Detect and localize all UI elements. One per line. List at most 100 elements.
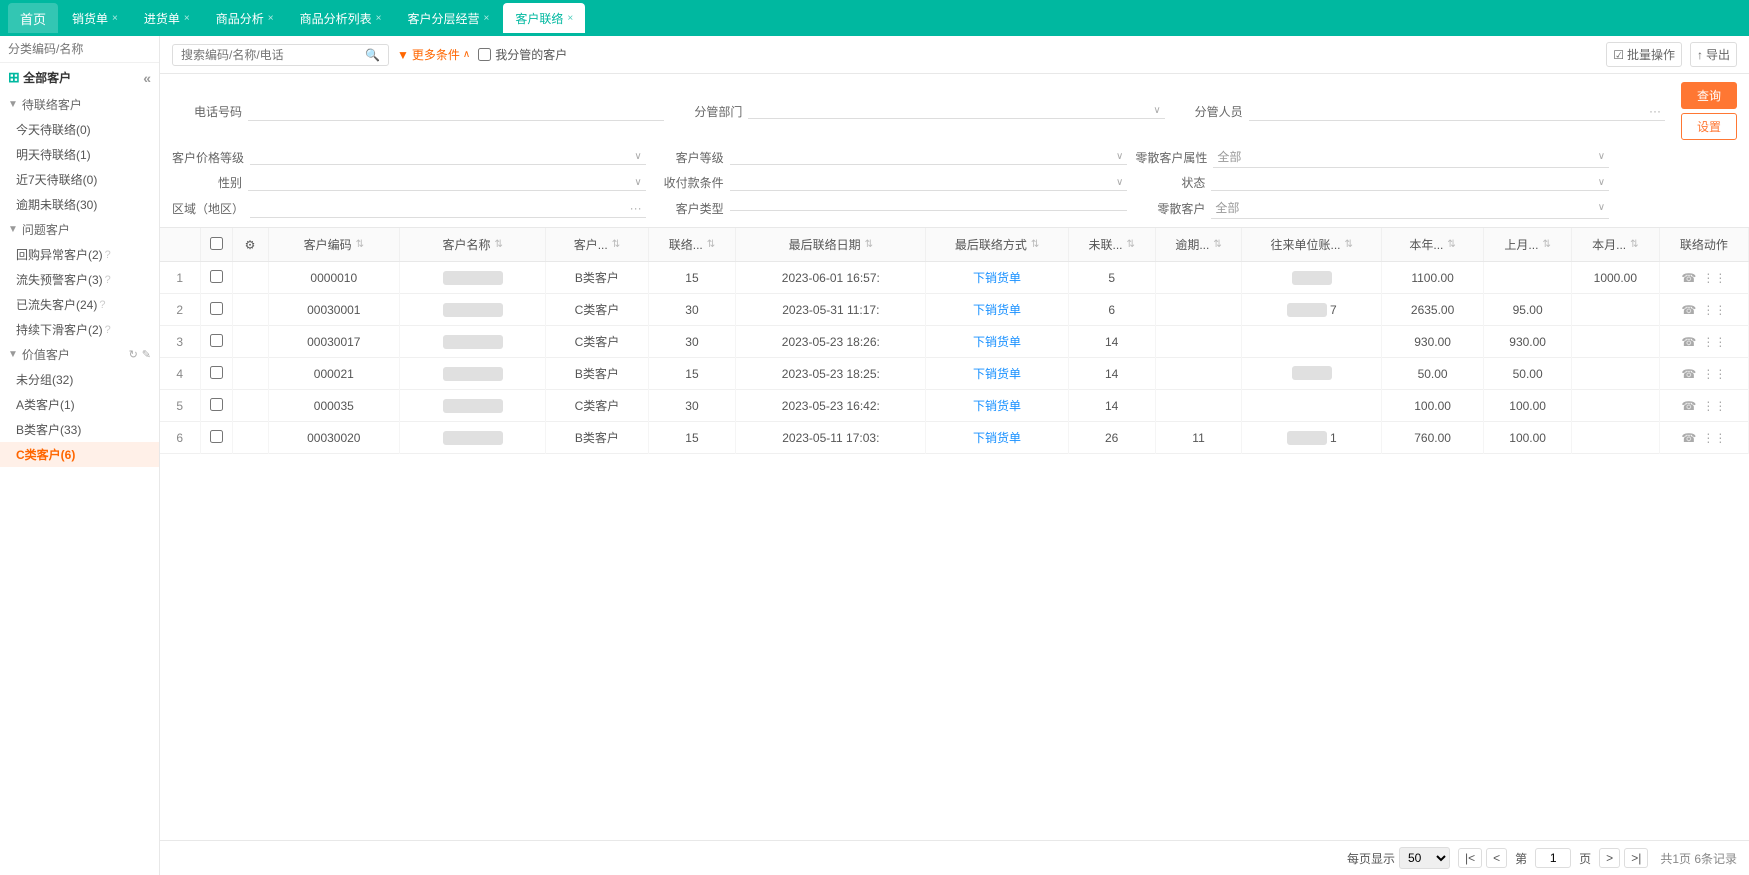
lastway-link[interactable]: 下销货单 xyxy=(973,271,1021,285)
row-checkbox[interactable] xyxy=(210,270,223,283)
close-icon[interactable]: × xyxy=(567,13,573,24)
row-checkbox[interactable] xyxy=(210,302,223,315)
phone-action-icon[interactable]: ☎ xyxy=(1681,303,1696,317)
first-page-btn[interactable]: |< xyxy=(1458,848,1482,868)
more-action-icon[interactable]: ⋮⋮ xyxy=(1702,303,1726,317)
page-input[interactable] xyxy=(1535,848,1571,868)
phone-action-icon[interactable]: ☎ xyxy=(1681,431,1696,445)
export-btn[interactable]: ↑ 导出 xyxy=(1690,42,1737,67)
lastway-link[interactable]: 下销货单 xyxy=(973,399,1021,413)
row-checkbox[interactable] xyxy=(210,430,223,443)
retail-select[interactable]: 全部 ∨ xyxy=(1211,197,1609,219)
more-icon[interactable]: ··· xyxy=(630,201,642,215)
sidebar-item-tomorrow[interactable]: 明天待联络(1) xyxy=(0,142,159,167)
all-customers-header[interactable]: ⊞ 全部客户 « xyxy=(0,63,159,92)
th-lastway[interactable]: 最后联络方式⇅ xyxy=(926,228,1068,262)
nav-tab-analysis[interactable]: 商品分析 × xyxy=(204,3,286,33)
close-icon[interactable]: × xyxy=(483,13,489,24)
batch-operation-btn[interactable]: ☑ 批量操作 xyxy=(1606,42,1682,67)
sidebar-item-class-a[interactable]: A类客户(1) xyxy=(0,392,159,417)
phone-action-icon[interactable]: ☎ xyxy=(1681,399,1696,413)
more-action-icon[interactable]: ⋮⋮ xyxy=(1702,367,1726,381)
sidebar-group-pending[interactable]: ▼ 待联络客户 xyxy=(0,92,159,117)
th-thisyear[interactable]: 本年...⇅ xyxy=(1381,228,1483,262)
phone-input[interactable] xyxy=(248,102,664,121)
refresh-icon[interactable]: ↻ xyxy=(129,348,138,361)
close-icon[interactable]: × xyxy=(268,13,274,24)
nav-tab-purchase[interactable]: 进货单 × xyxy=(132,3,202,33)
retail-attr-select[interactable]: 全部 ∨ xyxy=(1213,146,1609,168)
sidebar-group-problem[interactable]: ▼ 问题客户 xyxy=(0,217,159,242)
sidebar-item-today[interactable]: 今天待联络(0) xyxy=(0,117,159,142)
page-size-select[interactable]: 50 100 200 xyxy=(1399,847,1450,869)
nav-tab-analysis-list[interactable]: 商品分析列表 × xyxy=(288,3,394,33)
gender-select[interactable]: ∨ xyxy=(248,175,646,191)
th-thismonth[interactable]: 本月...⇅ xyxy=(1571,228,1659,262)
query-button[interactable]: 查询 xyxy=(1681,82,1737,109)
th-code[interactable]: 客户编码⇅ xyxy=(268,228,400,262)
th-history[interactable]: 往来单位账...⇅ xyxy=(1242,228,1381,262)
row-checkbox[interactable] xyxy=(210,366,223,379)
lastway-link[interactable]: 下销货单 xyxy=(973,367,1021,381)
status-select[interactable]: ∨ xyxy=(1211,175,1609,191)
phone-action-icon[interactable]: ☎ xyxy=(1681,367,1696,381)
edit-icon[interactable]: ✎ xyxy=(142,348,151,361)
close-icon[interactable]: × xyxy=(184,13,190,24)
more-action-icon[interactable]: ⋮⋮ xyxy=(1702,431,1726,445)
sidebar-item-churned[interactable]: 已流失客户(24) ? xyxy=(0,292,159,317)
th-unlinkdays[interactable]: 未联...⇅ xyxy=(1068,228,1155,262)
sidebar-item-class-b[interactable]: B类客户(33) xyxy=(0,417,159,442)
search-submit-icon[interactable]: 🔍 xyxy=(365,48,380,62)
th-contact[interactable]: 联络...⇅ xyxy=(648,228,736,262)
page-navigation: |< < 第 页 > >| 共1页 6条记录 xyxy=(1458,848,1737,868)
more-icon[interactable]: ··· xyxy=(1649,104,1661,118)
nav-tab-customer-tier[interactable]: 客户分层经营 × xyxy=(395,3,501,33)
dept-select[interactable]: ∨ xyxy=(748,103,1164,119)
my-customers-checkbox-label[interactable]: 我分管的客户 xyxy=(478,46,567,63)
customer-value-select[interactable]: ∨ xyxy=(250,149,646,165)
filter-row-4: 区域（地区） ··· 客户类型 零散客户 全部 ∨ xyxy=(172,197,1737,219)
nav-tab-sales[interactable]: 销货单 × xyxy=(60,3,130,33)
lastway-link[interactable]: 下销货单 xyxy=(973,431,1021,445)
th-name[interactable]: 客户名称⇅ xyxy=(400,228,546,262)
lastway-link[interactable]: 下销货单 xyxy=(973,303,1021,317)
th-settings[interactable]: ⚙ xyxy=(232,228,268,262)
nav-home[interactable]: 首页 xyxy=(8,3,58,33)
search-input[interactable] xyxy=(181,48,361,62)
row-checkbox[interactable] xyxy=(210,334,223,347)
sidebar-group-value[interactable]: ▼ 价值客户 ↻ ✎ xyxy=(0,342,159,367)
close-icon[interactable]: × xyxy=(112,13,118,24)
collapse-icon[interactable]: « xyxy=(143,70,151,86)
th-lastdate[interactable]: 最后联络日期⇅ xyxy=(736,228,926,262)
sidebar-item-repurchase-abnormal[interactable]: 回购异常客户(2) ? xyxy=(0,242,159,267)
my-customers-checkbox[interactable] xyxy=(478,48,491,61)
sidebar-item-class-c[interactable]: C类客户(6) xyxy=(0,442,159,467)
sidebar-item-declining[interactable]: 持续下滑客户(2) ? xyxy=(0,317,159,342)
prev-page-btn[interactable]: < xyxy=(1486,848,1507,868)
select-all-checkbox[interactable] xyxy=(210,237,223,250)
settings-button[interactable]: 设置 xyxy=(1681,113,1737,140)
payment-select[interactable]: ∨ xyxy=(730,175,1128,191)
next-page-btn[interactable]: > xyxy=(1599,848,1620,868)
th-lastmonth[interactable]: 上月...⇅ xyxy=(1484,228,1572,262)
sidebar-item-ungrouped[interactable]: 未分组(32) xyxy=(0,367,159,392)
sidebar-search-input[interactable] xyxy=(8,42,160,56)
close-icon[interactable]: × xyxy=(376,13,382,24)
phone-action-icon[interactable]: ☎ xyxy=(1681,335,1696,349)
customer-level-select[interactable]: ∨ xyxy=(730,149,1128,165)
nav-tab-customer-contact[interactable]: 客户联络 × xyxy=(503,3,585,33)
sidebar-item-overdue[interactable]: 逾期未联络(30) xyxy=(0,192,159,217)
more-action-icon[interactable]: ⋮⋮ xyxy=(1702,399,1726,413)
more-action-icon[interactable]: ⋮⋮ xyxy=(1702,271,1726,285)
last-page-btn[interactable]: >| xyxy=(1624,848,1648,868)
phone-action-icon[interactable]: ☎ xyxy=(1681,271,1696,285)
th-type[interactable]: 客户...⇅ xyxy=(546,228,648,262)
more-action-icon[interactable]: ⋮⋮ xyxy=(1702,335,1726,349)
lastway-link[interactable]: 下销货单 xyxy=(973,335,1021,349)
customer-type-select[interactable] xyxy=(730,206,1128,211)
more-conditions-btn[interactable]: ▼ 更多条件 ∧ xyxy=(397,46,470,63)
sidebar-item-churn-warning[interactable]: 流失预警客户(3) ? xyxy=(0,267,159,292)
sidebar-item-7days[interactable]: 近7天待联络(0) xyxy=(0,167,159,192)
th-overdue[interactable]: 逾期...⇅ xyxy=(1155,228,1242,262)
row-checkbox[interactable] xyxy=(210,398,223,411)
